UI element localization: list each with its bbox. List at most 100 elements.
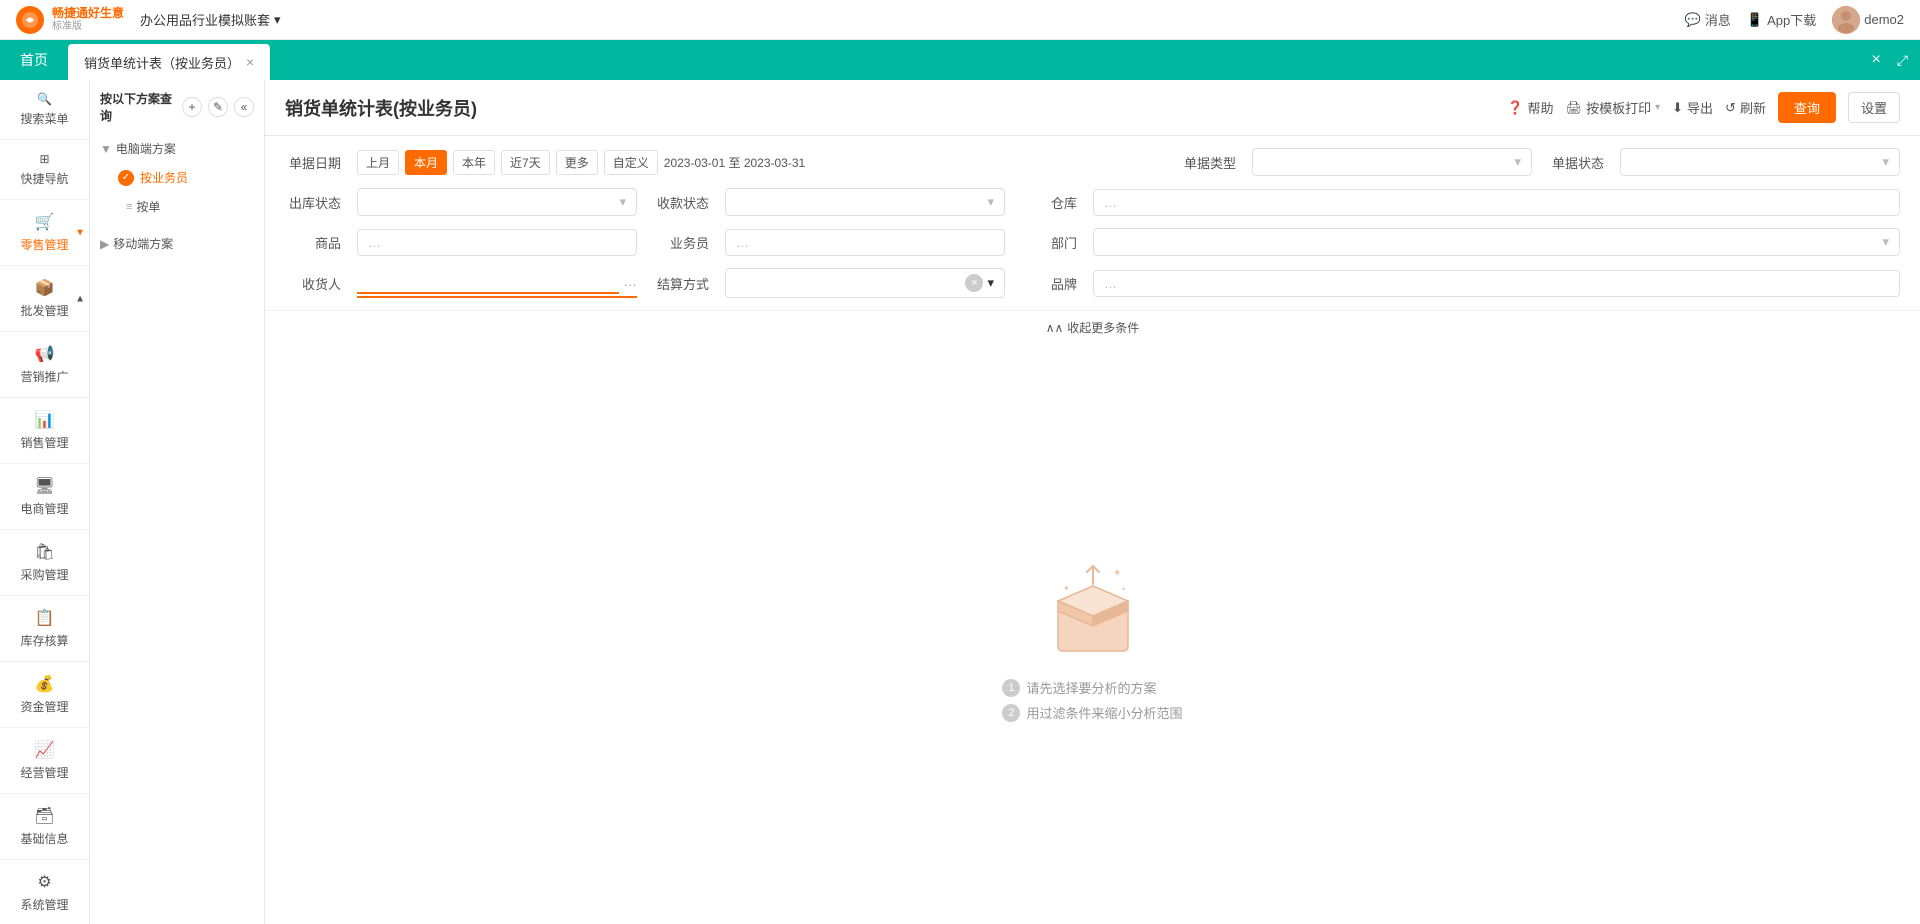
wholesale-icon: 📦: [35, 278, 55, 298]
scheme-item-salesperson[interactable]: ✓ 按业务员: [90, 163, 264, 192]
warehouse-select[interactable]: …: [1093, 189, 1900, 216]
tab-bar-close-icon[interactable]: ×: [1871, 52, 1880, 68]
print-icon: 🖨: [1566, 100, 1583, 116]
retail-arrow: ▼: [75, 227, 85, 238]
help-btn[interactable]: ❓ 帮助: [1507, 98, 1553, 117]
sidebar-item-finance-label: 资金管理: [20, 698, 68, 715]
refresh-label: 刷新: [1740, 98, 1766, 117]
scheme-mobile-header[interactable]: ▶ 移动端方案: [90, 229, 264, 258]
tab-home[interactable]: 首页: [0, 40, 68, 80]
inventory-icon: 📋: [35, 608, 55, 628]
scheme-panel-actions: + ✎ «: [182, 97, 254, 117]
empty-state: ✦ ✦ ✦ 1 请先选择要分析的方案 2 用过滤条件来缩小分析范围: [265, 344, 1920, 924]
scheme-panel: 按以下方案查询 + ✎ « ▼ 电脑端方案 ✓ 按业务员 ≡: [90, 80, 265, 924]
sidebar-item-system-label: 系统管理: [20, 896, 68, 913]
help-label: 帮助: [1528, 98, 1554, 117]
user-name: demo2: [1864, 12, 1904, 27]
tab-bar-maximize-icon[interactable]: ⤢: [1897, 52, 1908, 69]
warehouse-value: …: [1104, 195, 1117, 210]
empty-tip-2: 2 用过滤条件来缩小分析范围: [1002, 703, 1182, 722]
user-menu[interactable]: demo2: [1832, 6, 1904, 34]
dept-select[interactable]: ▾: [1093, 228, 1900, 256]
scheme-order-label: 按单: [136, 198, 160, 215]
payment-method-select[interactable]: × ▾: [725, 268, 1005, 298]
scheme-desktop-label: 电脑端方案: [116, 140, 176, 157]
doc-type-label: 单据类型: [1180, 153, 1236, 172]
settings-btn[interactable]: 设置: [1848, 92, 1900, 123]
app-download-btn[interactable]: 📱 App下载: [1747, 10, 1816, 29]
sidebar-item-system[interactable]: ⚙ 系统管理: [0, 860, 89, 924]
app-selector[interactable]: 办公用品行业模拟账套 ▾: [132, 10, 289, 29]
sidebar-item-basic[interactable]: 🗃 基础信息: [0, 794, 89, 860]
sidebar-item-retail-label: 零售管理: [20, 236, 68, 253]
active-indicator: ✓: [118, 170, 134, 186]
dept-arrow: ▾: [1882, 234, 1889, 250]
out-status-select[interactable]: ▾: [357, 188, 637, 216]
salesperson-select[interactable]: …: [725, 229, 1005, 256]
query-label: 查询: [1794, 98, 1820, 117]
sidebar-item-wholesale[interactable]: 📦 批发管理 ▲: [0, 266, 89, 332]
tab-active[interactable]: 销货单统计表（按业务员） ×: [68, 44, 270, 80]
goods-select[interactable]: …: [357, 229, 637, 256]
main-content: 销货单统计表(按业务员) ❓ 帮助 🖨 按模板打印 ▾ ⬇ 导出: [265, 80, 1920, 924]
filter-row-2: 出库状态 ▾ 收款状态 ▾ 仓库 …: [285, 188, 1900, 216]
date-btn-more[interactable]: 更多: [556, 150, 598, 175]
empty-tip-1: 1 请先选择要分析的方案: [1002, 678, 1182, 697]
sidebar-item-marketing[interactable]: 📢 营销推广: [0, 332, 89, 398]
scheme-add-btn[interactable]: +: [182, 97, 202, 117]
payment-method-clear[interactable]: ×: [965, 274, 983, 292]
date-controls: 上月 本月 本年 近7天 更多 自定义 2023-03-01 至 2023-03…: [357, 150, 805, 175]
date-btn-this-year[interactable]: 本年: [453, 150, 495, 175]
basic-icon: 🗃: [34, 806, 54, 826]
print-btn[interactable]: 🖨 按模板打印 ▾: [1566, 98, 1661, 117]
svg-text:✦: ✦: [1063, 584, 1070, 593]
sidebar-item-ecommerce[interactable]: 🖥 电商管理: [0, 464, 89, 530]
scheme-salesperson-label: 按业务员: [140, 169, 188, 186]
page-title: 销货单统计表(按业务员): [285, 95, 477, 133]
query-btn[interactable]: 查询: [1778, 92, 1836, 123]
sidebar-item-operation[interactable]: 📈 经营管理: [0, 728, 89, 794]
scheme-item-order[interactable]: ≡ 按单: [90, 192, 264, 221]
sidebar-item-inventory[interactable]: 📋 库存核算: [0, 596, 89, 662]
doc-status-select[interactable]: ▾: [1620, 148, 1900, 176]
goods-label: 商品: [285, 233, 341, 252]
sidebar-item-retail[interactable]: 🛒 零售管理 ▼: [0, 200, 89, 266]
salesperson-dots: …: [736, 235, 749, 250]
date-btn-7days[interactable]: 近7天: [501, 150, 550, 175]
tab-active-label: 销货单统计表（按业务员）: [84, 53, 240, 72]
date-btn-custom[interactable]: 自定义: [604, 150, 658, 175]
export-btn[interactable]: ⬇ 导出: [1672, 98, 1713, 117]
sidebar-item-marketing-label: 营销推广: [20, 368, 68, 385]
content-wrapper: 按以下方案查询 + ✎ « ▼ 电脑端方案 ✓ 按业务员 ≡: [90, 80, 1920, 924]
brand-sub: 标准版: [52, 21, 124, 33]
receiver-dots[interactable]: …: [623, 273, 637, 289]
tab-close-icon[interactable]: ×: [246, 55, 254, 69]
payment-method-label: 结算方式: [653, 274, 709, 293]
search-icon: 🔍: [37, 92, 52, 106]
doc-type-arrow: ▾: [1514, 154, 1521, 170]
messages-btn[interactable]: 💬 消息: [1685, 10, 1731, 29]
sidebar-item-operation-label: 经营管理: [20, 764, 68, 781]
sidebar-item-purchase[interactable]: 🛍 采购管理: [0, 530, 89, 596]
date-btn-last-month[interactable]: 上月: [357, 150, 399, 175]
wholesale-arrow: ▲: [75, 293, 85, 304]
collapse-btn[interactable]: ∧∧ 收起更多条件: [1046, 319, 1140, 336]
sidebar-item-sales[interactable]: 📊 销售管理: [0, 398, 89, 464]
scheme-edit-btn[interactable]: ✎: [208, 97, 228, 117]
filter-row-1: 单据日期 上月 本月 本年 近7天 更多 自定义 2023-03-01 至 20…: [285, 148, 1900, 176]
scheme-desktop-header[interactable]: ▼ 电脑端方案: [90, 134, 264, 163]
refresh-btn[interactable]: ↺ 刷新: [1725, 98, 1766, 117]
scheme-collapse-btn[interactable]: «: [234, 97, 254, 117]
pay-status-arrow: ▾: [987, 194, 994, 210]
date-btn-this-month[interactable]: 本月: [405, 150, 447, 175]
sidebar-quick-nav[interactable]: ⊞ 快捷导航: [0, 140, 89, 200]
pay-status-select[interactable]: ▾: [725, 188, 1005, 216]
message-icon: 💬: [1685, 12, 1701, 28]
logo-icon: [16, 6, 44, 34]
receiver-input[interactable]: [357, 269, 619, 294]
brand-select[interactable]: …: [1093, 270, 1900, 297]
sidebar-search[interactable]: 🔍 搜索菜单: [0, 80, 89, 140]
sidebar-item-finance[interactable]: 💰 资金管理: [0, 662, 89, 728]
date-label: 单据日期: [285, 153, 341, 172]
doc-type-select[interactable]: ▾: [1252, 148, 1532, 176]
